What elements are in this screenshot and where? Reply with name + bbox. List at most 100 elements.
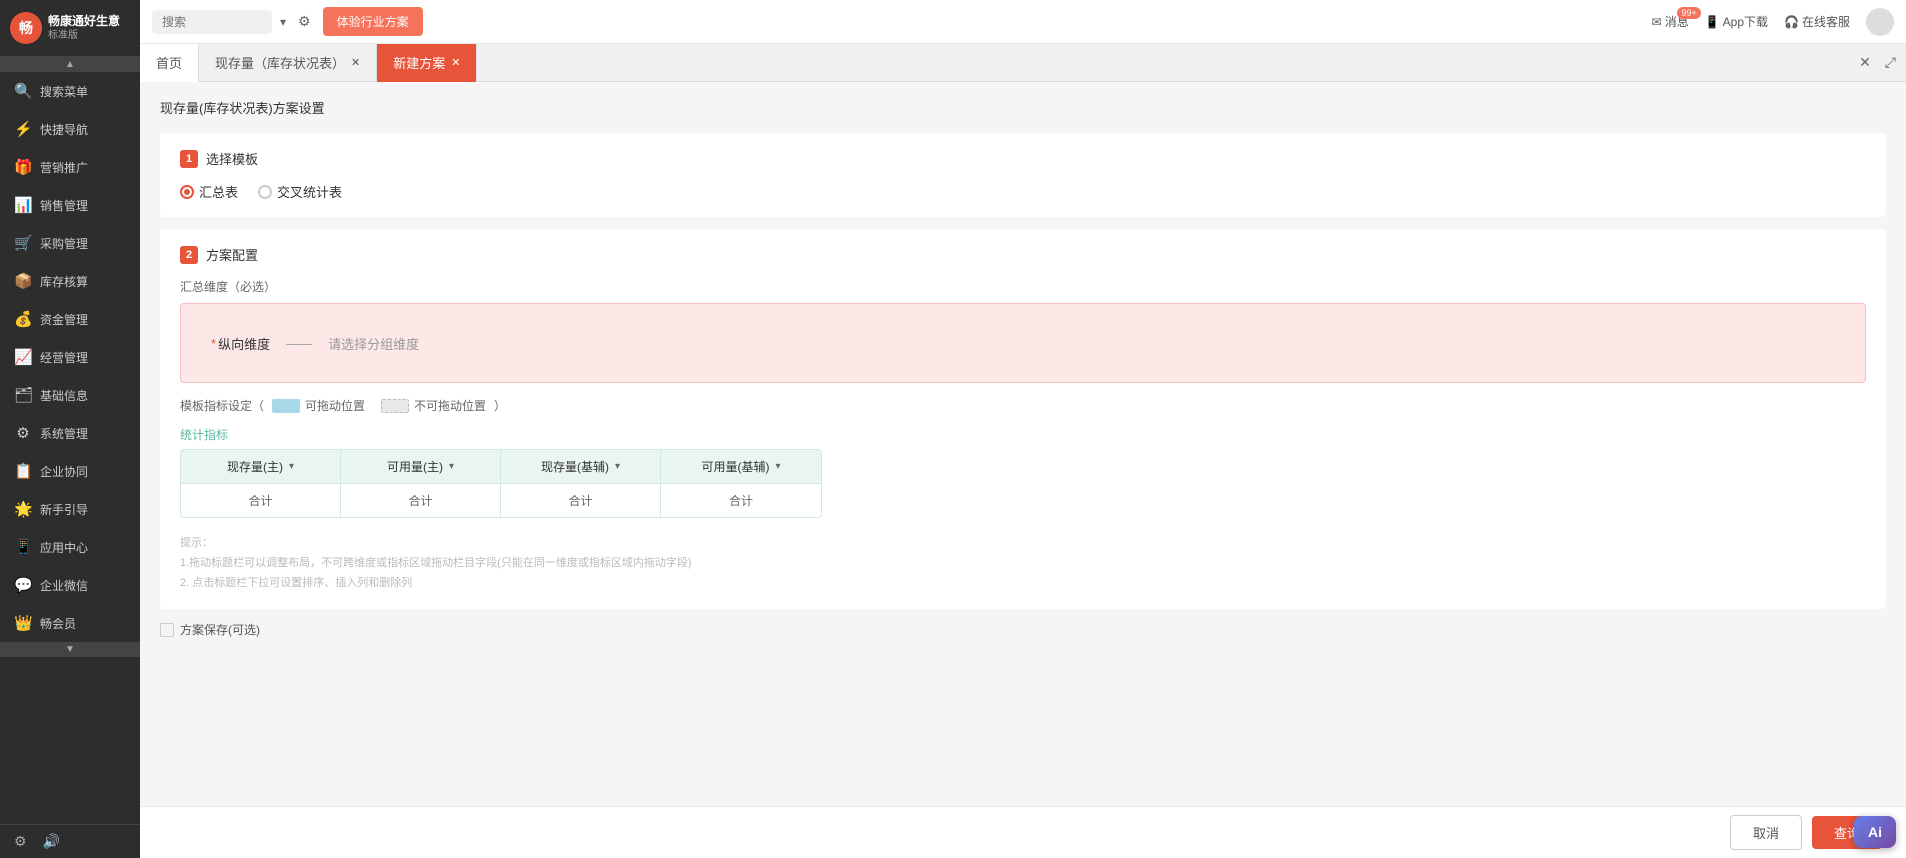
tab-new-plan-close[interactable]: ✕ <box>451 56 460 69</box>
sidebar-label-purchase: 采购管理 <box>40 235 88 252</box>
dimension-selector[interactable]: * 纵向维度 —— 请选择分组维度 <box>180 303 1866 383</box>
stat-col-header-0: 现存量(主) ▾ <box>181 450 341 483</box>
non-draggable-legend-box <box>381 399 409 413</box>
sidebar-bottom: ⚙ 🔊 <box>0 824 140 858</box>
message-btn[interactable]: ✉ 消息 99+ <box>1652 13 1689 30</box>
sidebar-icon-marketing: 🎁 <box>14 158 32 176</box>
tab-home[interactable]: 首页 <box>140 44 199 82</box>
sidebar-item-operation[interactable]: 📈 经营管理 <box>0 338 140 376</box>
sidebar-item-appCenter[interactable]: 📱 应用中心 <box>0 528 140 566</box>
sidebar-label-inventory: 库存核算 <box>40 273 88 290</box>
main-area: ▾ ⚙ 体验行业方案 ✉ 消息 99+ 📱 App下载 🎧 在线客服 首页 <box>140 0 1906 858</box>
topbar-dropdown-icon[interactable]: ▾ <box>280 15 286 29</box>
topbar-search-input[interactable] <box>152 10 272 34</box>
chevron-3[interactable]: ▾ <box>775 461 780 472</box>
section2-num: 2 <box>180 246 198 264</box>
section-config: 2 方案配置 汇总维度（必选） * 纵向维度 —— 请选择分组维度 模板指标设定… <box>160 229 1886 609</box>
settings-icon[interactable]: ⚙ <box>14 833 27 850</box>
legend-non-draggable: 不可拖动位置 <box>381 397 486 414</box>
sidebar-item-newbie[interactable]: 🌟 新手引导 <box>0 490 140 528</box>
topbar-gear-icon[interactable]: ⚙ <box>298 13 311 30</box>
tab-new-plan[interactable]: 新建方案 ✕ <box>377 44 477 82</box>
sidebar-label-sales: 销售管理 <box>40 197 88 214</box>
sidebar-item-finance[interactable]: 💰 资金管理 <box>0 300 140 338</box>
close-panel-btn[interactable]: ✕ <box>1853 50 1877 75</box>
stat-col-header-3: 可用量(基辅) ▾ <box>661 450 821 483</box>
tab-inventory[interactable]: 现存量（库存状况表） ✕ <box>199 44 377 82</box>
stat-table-header: 现存量(主) ▾ 可用量(主) ▾ 现存量(基辅) ▾ 可用量(基辅) <box>181 450 821 483</box>
sidebar-icon-inventory: 📦 <box>14 272 32 290</box>
sidebar-item-system[interactable]: ⚙ 系统管理 <box>0 414 140 452</box>
tab-right-btns: ✕ ⤢ <box>1853 50 1906 75</box>
online-service-btn[interactable]: 🎧 在线客服 <box>1784 13 1850 30</box>
tip-1: 1.拖动标题栏可以调整布局，不可跨维度或指标区域拖动栏目字段(只能在同一维度或指… <box>180 554 1866 574</box>
sidebar-icon-member: 👑 <box>14 614 32 632</box>
indicator-legend: 可拖动位置 不可拖动位置 <box>272 397 486 414</box>
radio-summary-dot <box>180 185 194 199</box>
dimension-placeholder: 请选择分组维度 <box>328 334 419 353</box>
section1-title: 选择模板 <box>206 149 258 168</box>
dimension-dash: —— <box>286 336 312 351</box>
stat-col-body-1: 合计 <box>341 483 501 517</box>
section1-header: 1 选择模板 <box>180 149 1866 168</box>
stat-table: 现存量(主) ▾ 可用量(主) ▾ 现存量(基辅) ▾ 可用量(基辅) <box>180 449 822 518</box>
sidebar-icon-search: 🔍 <box>14 82 32 100</box>
chevron-0[interactable]: ▾ <box>289 461 294 472</box>
sidebar-icon-finance: 💰 <box>14 310 32 328</box>
sidebar-item-sales[interactable]: 📊 销售管理 <box>0 186 140 224</box>
message-icon: ✉ <box>1652 15 1662 29</box>
sidebar-icon-newbie: 🌟 <box>14 500 32 518</box>
radio-cross[interactable]: 交叉统计表 <box>258 182 342 201</box>
sidebar-item-basic[interactable]: 🗂 基础信息 <box>0 376 140 414</box>
save-checkbox[interactable] <box>160 623 174 637</box>
sidebar-icon-system: ⚙ <box>14 424 32 442</box>
sidebar-icon-enterprise: 📋 <box>14 462 32 480</box>
indicator-settings: 模板指标设定（ 可拖动位置 不可拖动位置 ） <box>180 397 1866 414</box>
sidebar-label-search: 搜索菜单 <box>40 83 88 100</box>
chevron-2[interactable]: ▾ <box>615 461 620 472</box>
sidebar-nav: 🔍 搜索菜单 ⚡ 快捷导航 🎁 营销推广 📊 销售管理 🛒 采购管理 📦 库存核… <box>0 72 140 642</box>
radio-cross-dot <box>258 185 272 199</box>
stat-col-body-0: 合计 <box>181 483 341 517</box>
sidebar-label-system: 系统管理 <box>40 425 88 442</box>
summary-dimension-label: 汇总维度（必选） <box>180 278 1866 295</box>
sidebar-label-marketing: 营销推广 <box>40 159 88 176</box>
trial-btn[interactable]: 体验行业方案 <box>323 7 423 36</box>
tip-label: 提示： <box>180 534 1866 554</box>
sidebar-item-inventory[interactable]: 📦 库存核算 <box>0 262 140 300</box>
required-mark: * <box>211 336 216 351</box>
sidebar-scroll-up[interactable]: ▲ <box>0 57 140 72</box>
sidebar-item-enterprise[interactable]: 📋 企业协同 <box>0 452 140 490</box>
logo-text: 畅康通好生意 标准版 <box>48 14 120 43</box>
page-title: 现存量(库存状况表)方案设置 <box>160 98 1886 117</box>
ai-float-button[interactable]: Ai <box>1854 816 1896 848</box>
app-download-btn[interactable]: 📱 App下载 <box>1705 13 1768 30</box>
chevron-1[interactable]: ▾ <box>449 461 454 472</box>
indicator-settings-label: 模板指标设定（ 可拖动位置 不可拖动位置 ） <box>180 397 1866 414</box>
sidebar-icon-basic: 🗂 <box>14 386 32 404</box>
sidebar-item-search[interactable]: 🔍 搜索菜单 <box>0 72 140 110</box>
cancel-button[interactable]: 取消 <box>1730 815 1802 850</box>
radio-summary[interactable]: 汇总表 <box>180 182 238 201</box>
tab-inventory-close[interactable]: ✕ <box>351 56 360 69</box>
headset-icon: 🎧 <box>1784 15 1799 29</box>
stat-col-body-2: 合计 <box>501 483 661 517</box>
sidebar-item-shortcut[interactable]: ⚡ 快捷导航 <box>0 110 140 148</box>
sidebar-item-wechat[interactable]: 💬 企业微信 <box>0 566 140 604</box>
draggable-legend-box <box>272 399 300 413</box>
sidebar-item-member[interactable]: 👑 畅会员 <box>0 604 140 642</box>
sidebar-item-marketing[interactable]: 🎁 营销推广 <box>0 148 140 186</box>
sidebar-label-appCenter: 应用中心 <box>40 539 88 556</box>
sidebar-label-wechat: 企业微信 <box>40 577 88 594</box>
legend-draggable: 可拖动位置 <box>272 397 365 414</box>
expand-panel-btn[interactable]: ⤢ <box>1879 50 1902 75</box>
phone-icon: 📱 <box>1705 15 1720 29</box>
sidebar-scroll-down[interactable]: ▼ <box>0 642 140 657</box>
sidebar-item-purchase[interactable]: 🛒 采购管理 <box>0 224 140 262</box>
audio-icon[interactable]: 🔊 <box>43 833 60 850</box>
template-radio-group: 汇总表 交叉统计表 <box>180 182 1866 201</box>
logo-icon: 畅 <box>10 12 42 44</box>
stat-table-body: 合计 合计 合计 合计 <box>181 483 821 517</box>
user-avatar[interactable] <box>1866 8 1894 36</box>
content-area: 现存量(库存状况表)方案设置 1 选择模板 汇总表 交叉统计表 2 <box>140 82 1906 806</box>
